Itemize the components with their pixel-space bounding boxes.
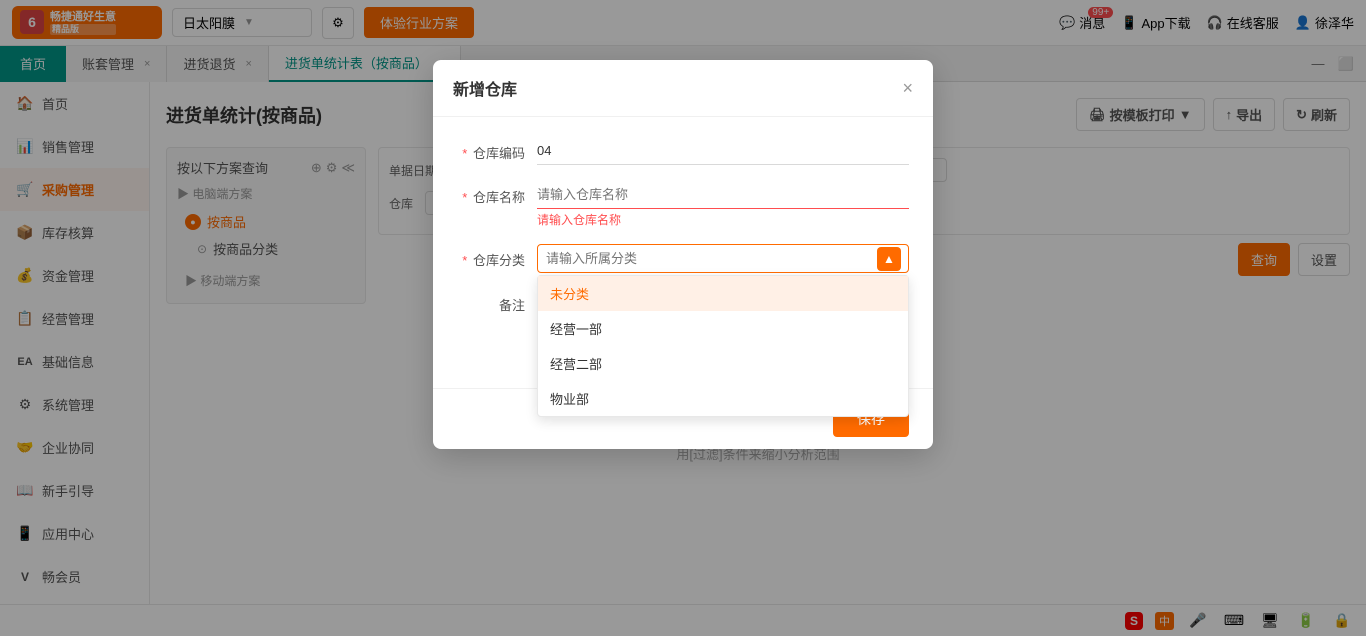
- dropdown-item-property[interactable]: 物业部: [538, 381, 908, 416]
- required-star: *: [462, 146, 467, 161]
- dropdown-item-unclassified[interactable]: 未分类: [538, 276, 908, 311]
- code-control: [537, 137, 909, 165]
- new-warehouse-modal: 新增仓库 × * 仓库编码 * 仓库名称: [433, 60, 933, 449]
- warehouse-name-row: * 仓库名称 请输入仓库名称: [457, 181, 909, 228]
- category-label: * 仓库分类: [457, 244, 537, 269]
- category-input[interactable]: [537, 244, 909, 273]
- code-label-text: 仓库编码: [473, 146, 525, 161]
- name-label-text: 仓库名称: [473, 190, 525, 205]
- modal-body: * 仓库编码 * 仓库名称 请输入仓库名称: [433, 117, 933, 388]
- warehouse-code-input[interactable]: [537, 137, 909, 165]
- dropdown-item-dept1[interactable]: 经营一部: [538, 311, 908, 346]
- warehouse-code-row: * 仓库编码: [457, 137, 909, 165]
- dropdown-item-dept2[interactable]: 经营二部: [538, 346, 908, 381]
- warehouse-name-input[interactable]: [537, 181, 909, 209]
- modal-overlay: 新增仓库 × * 仓库编码 * 仓库名称: [0, 0, 1366, 636]
- category-dropdown: 未分类 经营一部 经营二部 物业部: [537, 275, 909, 417]
- notes-label-text: 备注: [499, 298, 525, 313]
- notes-label: 备注: [457, 289, 537, 314]
- name-label: * 仓库名称: [457, 181, 537, 206]
- modal-title: 新增仓库: [453, 76, 517, 100]
- required-star-cat: *: [462, 253, 467, 268]
- modal-header: 新增仓库 ×: [433, 60, 933, 117]
- category-toggle-button[interactable]: ▲: [877, 247, 901, 271]
- modal-close-button[interactable]: ×: [902, 78, 913, 99]
- warehouse-category-row: * 仓库分类 ▲ 未分类 经营一部 经营二部 物业部: [457, 244, 909, 273]
- name-error-msg: 请输入仓库名称: [537, 211, 909, 228]
- required-star-name: *: [462, 190, 467, 205]
- category-control: ▲ 未分类 经营一部 经营二部 物业部: [537, 244, 909, 273]
- code-label: * 仓库编码: [457, 137, 537, 162]
- category-label-text: 仓库分类: [473, 253, 525, 268]
- category-input-wrapper: ▲ 未分类 经营一部 经营二部 物业部: [537, 244, 909, 273]
- name-control: 请输入仓库名称: [537, 181, 909, 228]
